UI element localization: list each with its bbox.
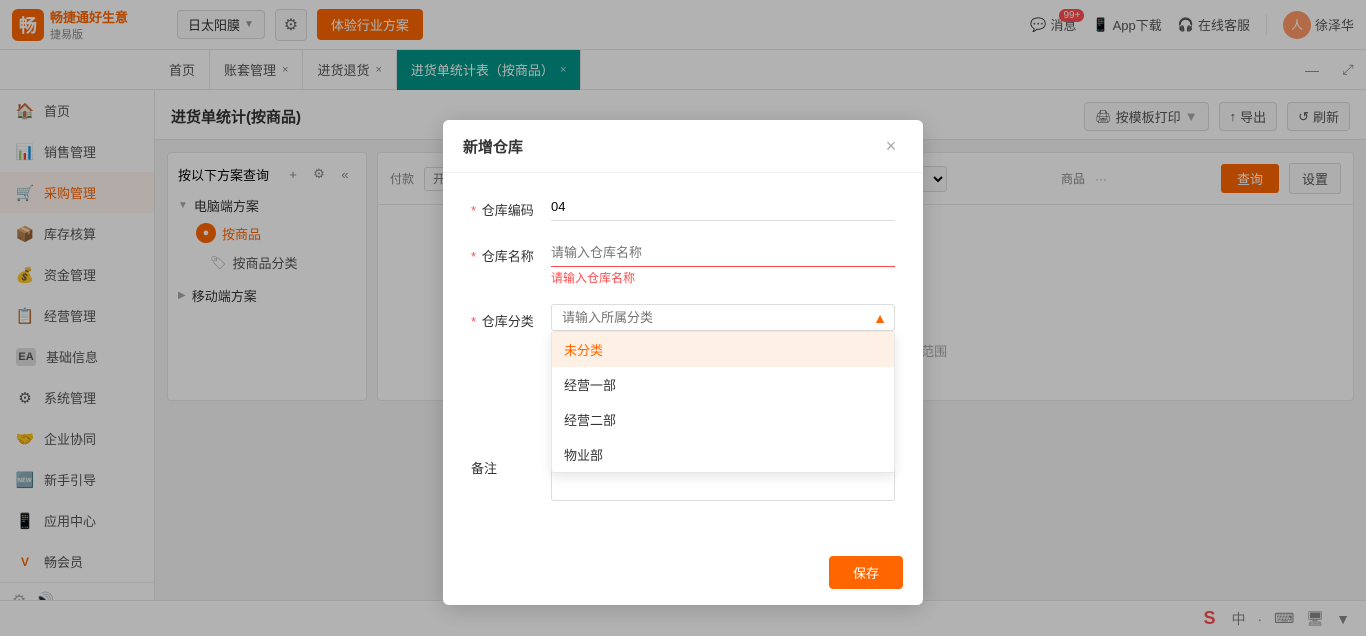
modal-header: 新增仓库 × (443, 120, 923, 173)
save-button[interactable]: 保存 (829, 556, 903, 589)
form-row-category: * 仓库分类 ▲ 未分类 经营一部 经营二部 物业部 (471, 304, 895, 331)
required-star-3: * (471, 314, 476, 329)
modal-close-button[interactable]: × (879, 134, 903, 158)
code-control (551, 193, 895, 221)
name-label: * 仓库名称 (471, 239, 551, 265)
dropdown-item-unclassified[interactable]: 未分类 (552, 332, 894, 367)
notes-label: 备注 (471, 451, 551, 477)
warehouse-code-input[interactable] (551, 193, 895, 221)
name-error-msg: 请输入仓库名称 (551, 269, 895, 286)
name-control: 请输入仓库名称 (551, 239, 895, 286)
required-star-2: * (471, 249, 476, 264)
modal-footer: 保存 (443, 546, 923, 605)
form-row-name: * 仓库名称 请输入仓库名称 (471, 239, 895, 286)
category-control: ▲ 未分类 经营一部 经营二部 物业部 (551, 304, 895, 331)
category-dropdown: 未分类 经营一部 经营二部 物业部 (551, 331, 895, 473)
code-label: * 仓库编码 (471, 193, 551, 219)
dropdown-item-dept3[interactable]: 物业部 (552, 437, 894, 472)
form-row-code: * 仓库编码 (471, 193, 895, 221)
warehouse-name-input[interactable] (551, 239, 895, 267)
category-label: * 仓库分类 (471, 304, 551, 330)
modal-overlay: 新增仓库 × * 仓库编码 * 仓库名称 (0, 0, 1366, 636)
modal-body: * 仓库编码 * 仓库名称 请输入仓库名称 (443, 173, 923, 546)
category-input-wrapper: ▲ (551, 304, 895, 331)
modal-title: 新增仓库 (463, 136, 523, 157)
category-toggle-icon[interactable]: ▲ (873, 310, 887, 326)
category-search-input[interactable] (551, 304, 895, 331)
required-star: * (471, 203, 476, 218)
dropdown-item-dept2[interactable]: 经营二部 (552, 402, 894, 437)
dropdown-item-dept1[interactable]: 经营一部 (552, 367, 894, 402)
add-warehouse-modal: 新增仓库 × * 仓库编码 * 仓库名称 (443, 120, 923, 605)
